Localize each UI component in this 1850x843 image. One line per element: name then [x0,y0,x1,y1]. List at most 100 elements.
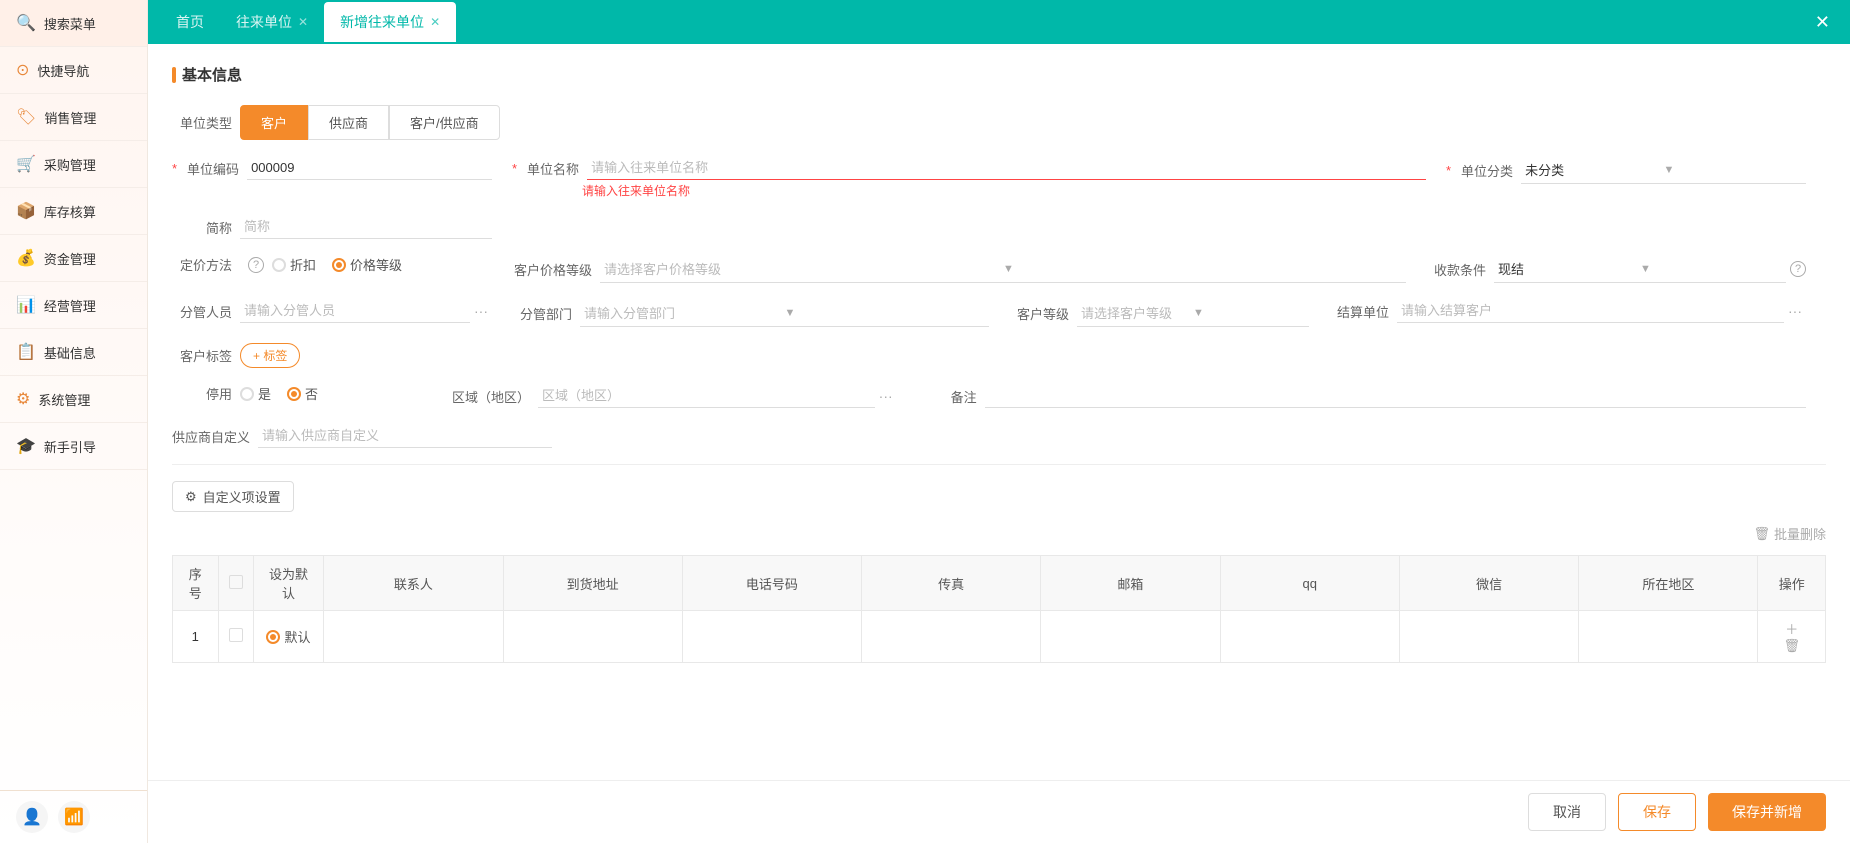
disabled-radio-no[interactable]: 否 [287,384,318,403]
payment-terms-select[interactable]: 现结 ▼ [1494,255,1786,283]
row-checkbox[interactable] [229,628,243,642]
department-label: 分管部门 [512,304,572,323]
disabled-radio-yes[interactable]: 是 [240,384,271,403]
sidebar-item-operations[interactable]: 📊 经营管理 [0,282,147,329]
row-delete-btn[interactable]: 🗑 [1779,636,1804,655]
sidebar-item-quicknav[interactable]: ⊙ 快捷导航 [0,47,147,94]
batch-delete-row: 🗑 批量删除 [172,524,1826,543]
sidebar-item-finance[interactable]: 💰 资金管理 [0,235,147,282]
sidebar-item-inventory[interactable]: 📦 库存核算 [0,188,147,235]
tab-partners[interactable]: 往来单位 ✕ [220,2,324,42]
disabled-radio-no-label: 否 [305,384,318,403]
save-and-new-button[interactable]: 保存并新增 [1708,793,1826,831]
unit-type-btn-supplier[interactable]: 供应商 [308,105,389,140]
sidebar-footer-btn-1[interactable]: 👤 [16,801,48,833]
department-select[interactable]: 请输入分管部门 ▼ [580,299,989,327]
cancel-button[interactable]: 取消 [1528,793,1606,831]
unit-name-input[interactable] [587,156,1426,180]
pricing-radio-level-circle [332,258,346,272]
customer-price-select[interactable]: 请选择客户价格等级 ▼ [600,255,1406,283]
unit-type-btn-both[interactable]: 客户/供应商 [389,105,500,140]
tab-bar-close-btn[interactable]: ✕ [1807,8,1838,37]
required-star-category: * [1446,163,1451,178]
row-address[interactable] [503,611,682,663]
unit-type-btn-customer[interactable]: 客户 [240,105,308,140]
save-button[interactable]: 保存 [1618,793,1696,831]
payment-help-icon[interactable]: ? [1790,261,1806,277]
sidebar-item-label: 库存核算 [44,202,96,221]
pricing-radio-group: 折扣 价格等级 [272,255,402,274]
remark-field: 备注 [917,384,1826,408]
row-qq-input[interactable] [1231,629,1389,644]
supplier-custom-input[interactable] [258,424,552,448]
col-qq: qq [1220,556,1399,611]
short-name-input[interactable] [240,215,492,239]
pricing-help-icon[interactable]: ? [248,257,264,273]
customer-level-select[interactable]: 请选择客户等级 ▼ [1077,299,1309,327]
sidebar-item-sales[interactable]: 🏷 销售管理 [0,94,147,141]
row-region[interactable] [1579,611,1758,663]
settlement-unit-input[interactable] [1397,299,1784,323]
sidebar-item-purchase[interactable]: 🛒 采购管理 [0,141,147,188]
sidebar-footer-btn-2[interactable]: 📶 [58,801,90,833]
tab-home[interactable]: 首页 [160,2,220,42]
section-title-text: 基本信息 [182,64,242,85]
row-wechat[interactable] [1399,611,1578,663]
settlement-unit-field: 结算单位 ··· [1329,299,1826,323]
pricing-radio-discount[interactable]: 折扣 [272,255,316,274]
manager-more-dots[interactable]: ··· [470,301,492,321]
pricing-radio-level[interactable]: 价格等级 [332,255,402,274]
settlement-unit-label: 结算单位 [1329,302,1389,321]
row-contact-input[interactable] [334,629,492,644]
payment-terms-label: 收款条件 [1426,260,1486,279]
table-row: 1 默认 [173,611,1826,663]
row-email[interactable] [1041,611,1220,663]
add-tag-button[interactable]: + 标签 [240,343,300,368]
customer-tags-field: 客户标签 + 标签 [172,343,1826,368]
unit-category-select[interactable]: 未分类 ▼ [1521,156,1806,184]
col-default: 设为默认 [253,556,324,611]
custom-settings-label: 自定义项设置 [203,487,281,506]
sales-icon: 🏷 [16,107,36,127]
sidebar-item-basic[interactable]: 📋 基础信息 [0,329,147,376]
batch-delete-button[interactable]: 🗑 批量删除 [1753,524,1826,543]
row-qq[interactable] [1220,611,1399,663]
remark-input[interactable] [985,384,1806,408]
col-no: 序号 [173,556,219,611]
sidebar-item-system[interactable]: ⚙ 系统管理 [0,376,147,423]
form-area: 基本信息 单位类型 客户 供应商 客户/供应商 * 单位编码 * 单位 [148,44,1850,780]
col-checkbox [218,556,253,611]
row-email-input[interactable] [1051,629,1209,644]
row-region-input[interactable] [1589,629,1747,644]
sidebar-item-label: 快捷导航 [37,61,89,80]
col-region: 所在地区 [1579,556,1758,611]
unit-code-field: * 单位编码 [172,156,512,180]
custom-settings-button[interactable]: ⚙ 自定义项设置 [172,481,294,512]
row-default-label: 默认 [284,627,310,646]
row-default-radio[interactable]: 默认 [264,627,314,646]
tab-partners-close[interactable]: ✕ [298,15,308,29]
row-address-input[interactable] [514,629,672,644]
unit-category-value: 未分类 [1525,160,1663,179]
settlement-more-dots[interactable]: ··· [1784,301,1806,321]
row-phone-input[interactable] [693,629,851,644]
tab-new-partner-close[interactable]: ✕ [430,15,440,29]
manager-input[interactable] [240,299,470,323]
row-fax[interactable] [862,611,1041,663]
region-more-dots[interactable]: ··· [875,386,897,406]
department-placeholder: 请输入分管部门 [584,303,785,322]
row-fax-input[interactable] [872,629,1030,644]
pricing-radio-level-label: 价格等级 [350,255,402,274]
table-header-checkbox[interactable] [229,575,243,589]
row-phone[interactable] [682,611,861,663]
row-contact[interactable] [324,611,503,663]
department-field: 分管部门 请输入分管部门 ▼ [512,299,1009,327]
finance-icon: 💰 [16,248,36,268]
unit-code-input[interactable] [247,156,492,180]
sidebar-item-label: 基础信息 [44,343,96,362]
row-wechat-input[interactable] [1410,629,1568,644]
tab-new-partner[interactable]: 新增往来单位 ✕ [324,2,456,42]
region-input[interactable] [538,384,875,408]
sidebar-item-guide[interactable]: 🎓 新手引导 [0,423,147,470]
sidebar-item-search[interactable]: 🔍 搜索菜单 [0,0,147,47]
